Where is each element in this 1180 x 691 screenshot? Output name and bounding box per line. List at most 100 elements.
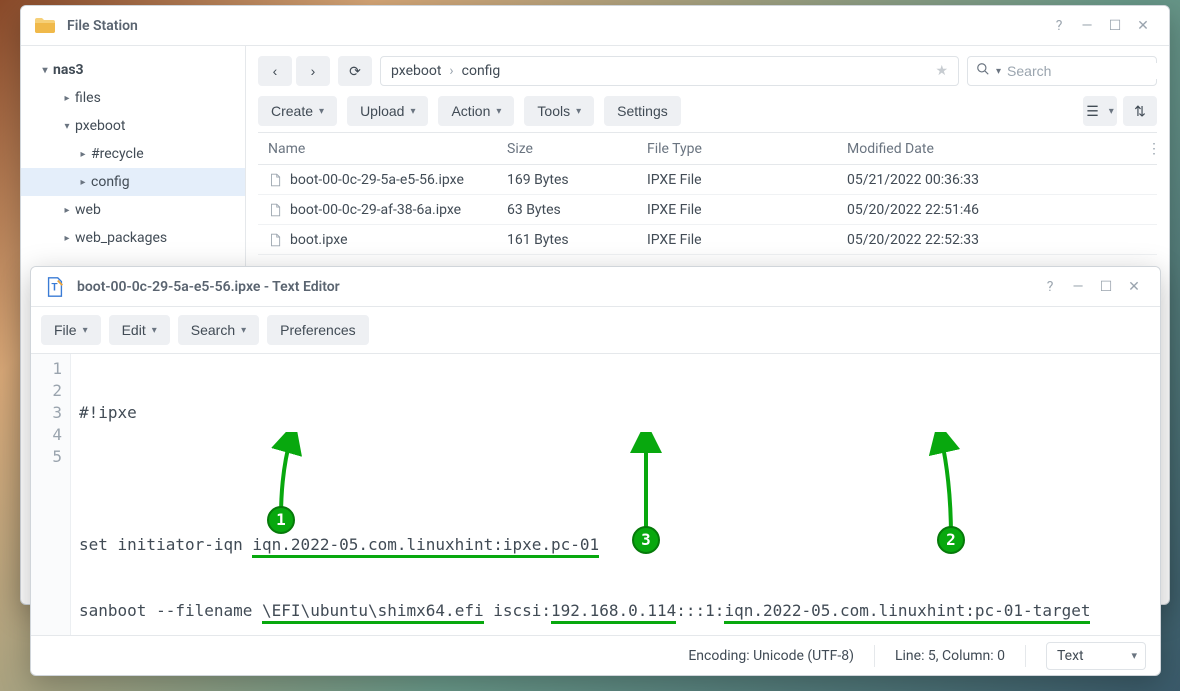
sidebar-root-label: nas3 <box>53 62 84 78</box>
col-name[interactable]: Name <box>258 141 497 157</box>
close-icon[interactable]: ✕ <box>1120 273 1148 301</box>
caret-down-icon: ▾ <box>1109 106 1114 117</box>
file-icon <box>268 171 282 189</box>
efi-path: \EFI\ubuntu\shimx64.efi <box>262 601 484 624</box>
sidebar-root[interactable]: ▾ nas3 <box>21 56 245 84</box>
chevron-left-icon: ‹ <box>273 63 278 79</box>
file-size: 161 Bytes <box>497 232 637 248</box>
preferences-menu[interactable]: Preferences <box>267 315 368 345</box>
language-select[interactable]: Text <box>1046 642 1146 670</box>
sidebar-item-files[interactable]: ▸ files <box>21 84 245 112</box>
iscsi-ip: 192.168.0.114 <box>551 601 676 624</box>
table-row[interactable]: boot-00-0c-29-af-38-6a.ipxe 63 Bytes IPX… <box>258 195 1157 225</box>
chevron-right-icon: ▸ <box>77 177 89 188</box>
file-icon <box>268 231 282 249</box>
table-header: Name Size File Type Modified Date ⋮ <box>258 133 1157 165</box>
file-name: boot-00-0c-29-5a-e5-56.ipxe <box>290 172 464 188</box>
search-menu[interactable]: Search▾ <box>178 315 259 345</box>
sort-button[interactable]: ⇅ <box>1123 96 1157 126</box>
tools-button[interactable]: Tools▾ <box>524 96 594 126</box>
chevron-right-icon: › <box>449 63 453 79</box>
sidebar-item-config[interactable]: ▸ config <box>21 168 245 196</box>
search-icon <box>976 62 990 80</box>
maximize-icon[interactable]: ☐ <box>1092 273 1120 301</box>
sort-icon: ⇅ <box>1134 103 1146 120</box>
chevron-down-icon: ▾ <box>61 121 73 132</box>
texteditor-window: T boot-00-0c-29-5a-e5-56.ipxe - Text Edi… <box>30 266 1161 676</box>
texteditor-toolbar: File▾ Edit▾ Search▾ Preferences <box>31 307 1160 354</box>
svg-text:T: T <box>51 282 58 293</box>
refresh-icon: ⟳ <box>349 63 361 80</box>
chevron-right-icon: › <box>311 63 316 79</box>
callout-2: 2 <box>937 526 965 554</box>
filestation-toolbar: ‹ › ⟳ pxeboot › config ★ ▾ <box>258 56 1157 86</box>
col-type[interactable]: File Type <box>637 141 837 157</box>
status-position: Line: 5, Column: 0 <box>895 648 1005 664</box>
filestation-actions: Create▾ Upload▾ Action▾ Tools▾ Settings … <box>258 96 1157 126</box>
file-type: IPXE File <box>637 232 837 248</box>
file-modified: 05/20/2022 22:51:46 <box>837 202 1137 218</box>
separator <box>874 645 875 667</box>
search-input[interactable] <box>1007 63 1170 79</box>
sidebar-item-web[interactable]: ▸ web <box>21 196 245 224</box>
editor-area[interactable]: 12345 #!ipxe set initiator-iqn iqn.2022-… <box>31 354 1160 635</box>
refresh-button[interactable]: ⟳ <box>338 56 372 86</box>
breadcrumb[interactable]: pxeboot › config ★ <box>380 56 959 86</box>
line-gutter: 12345 <box>31 354 71 635</box>
file-menu[interactable]: File▾ <box>41 315 101 345</box>
settings-button[interactable]: Settings <box>604 96 681 126</box>
status-encoding: Encoding: Unicode (UTF-8) <box>688 648 854 664</box>
help-icon[interactable]: ? <box>1036 273 1064 301</box>
caret-down-icon[interactable]: ▾ <box>996 66 1001 77</box>
columns-menu-icon[interactable]: ⋮ <box>1137 141 1157 157</box>
separator <box>1025 645 1026 667</box>
breadcrumb-part[interactable]: config <box>462 63 501 79</box>
texteditor-titlebar: T boot-00-0c-29-5a-e5-56.ipxe - Text Edi… <box>31 267 1160 307</box>
breadcrumb-part[interactable]: pxeboot <box>391 63 441 79</box>
close-icon[interactable]: ✕ <box>1129 12 1157 40</box>
help-icon[interactable]: ? <box>1045 12 1073 40</box>
table-row[interactable]: boot-00-0c-29-5a-e5-56.ipxe 169 Bytes IP… <box>258 165 1157 195</box>
texteditor-icon: T <box>43 275 67 299</box>
table-row[interactable]: boot.ipxe 161 Bytes IPXE File 05/20/2022… <box>258 225 1157 255</box>
sidebar-item-label: files <box>75 90 101 106</box>
file-icon <box>268 201 282 219</box>
search-box[interactable]: ▾ <box>967 56 1157 86</box>
file-table: Name Size File Type Modified Date ⋮ boot… <box>258 132 1157 255</box>
folder-icon <box>33 14 57 38</box>
sidebar-item-label: web <box>75 202 101 218</box>
code-line: sanboot --filename \EFI\ubuntu\shimx64.e… <box>79 600 1152 622</box>
callout-1: 1 <box>267 506 295 534</box>
minimize-icon[interactable]: — <box>1073 12 1101 40</box>
sidebar-item-pxeboot[interactable]: ▾ pxeboot <box>21 112 245 140</box>
texteditor-title: boot-00-0c-29-5a-e5-56.ipxe - Text Edito… <box>77 279 340 295</box>
view-list-button[interactable]: ☰▾ <box>1083 96 1117 126</box>
maximize-icon[interactable]: ☐ <box>1101 12 1129 40</box>
sidebar-item-recycle[interactable]: ▸ #recycle <box>21 140 245 168</box>
caret-down-icon: ▾ <box>576 106 581 117</box>
texteditor-statusbar: Encoding: Unicode (UTF-8) Line: 5, Colum… <box>31 635 1160 675</box>
col-size[interactable]: Size <box>497 141 637 157</box>
upload-button[interactable]: Upload▾ <box>347 96 428 126</box>
code-line: #!ipxe <box>79 402 1152 424</box>
forward-button[interactable]: › <box>296 56 330 86</box>
col-modified[interactable]: Modified Date <box>837 141 1137 157</box>
sidebar-item-webpackages[interactable]: ▸ web_packages <box>21 224 245 252</box>
star-icon[interactable]: ★ <box>935 63 948 79</box>
action-button[interactable]: Action▾ <box>438 96 514 126</box>
chevron-right-icon: ▸ <box>77 149 89 160</box>
file-size: 169 Bytes <box>497 172 637 188</box>
callout-3: 3 <box>632 526 660 554</box>
sidebar-item-label: #recycle <box>91 146 144 162</box>
code-content[interactable]: #!ipxe set initiator-iqn iqn.2022-05.com… <box>71 354 1160 635</box>
file-modified: 05/21/2022 00:36:33 <box>837 172 1137 188</box>
iqn-target: iqn.2022-05.com.linuxhint:pc-01-target <box>724 601 1090 624</box>
file-size: 63 Bytes <box>497 202 637 218</box>
list-icon: ☰ <box>1086 103 1099 120</box>
edit-menu[interactable]: Edit▾ <box>109 315 170 345</box>
create-button[interactable]: Create▾ <box>258 96 337 126</box>
back-button[interactable]: ‹ <box>258 56 292 86</box>
caret-down-icon: ▾ <box>241 325 246 336</box>
minimize-icon[interactable]: — <box>1064 273 1092 301</box>
chevron-down-icon: ▾ <box>39 65 51 76</box>
